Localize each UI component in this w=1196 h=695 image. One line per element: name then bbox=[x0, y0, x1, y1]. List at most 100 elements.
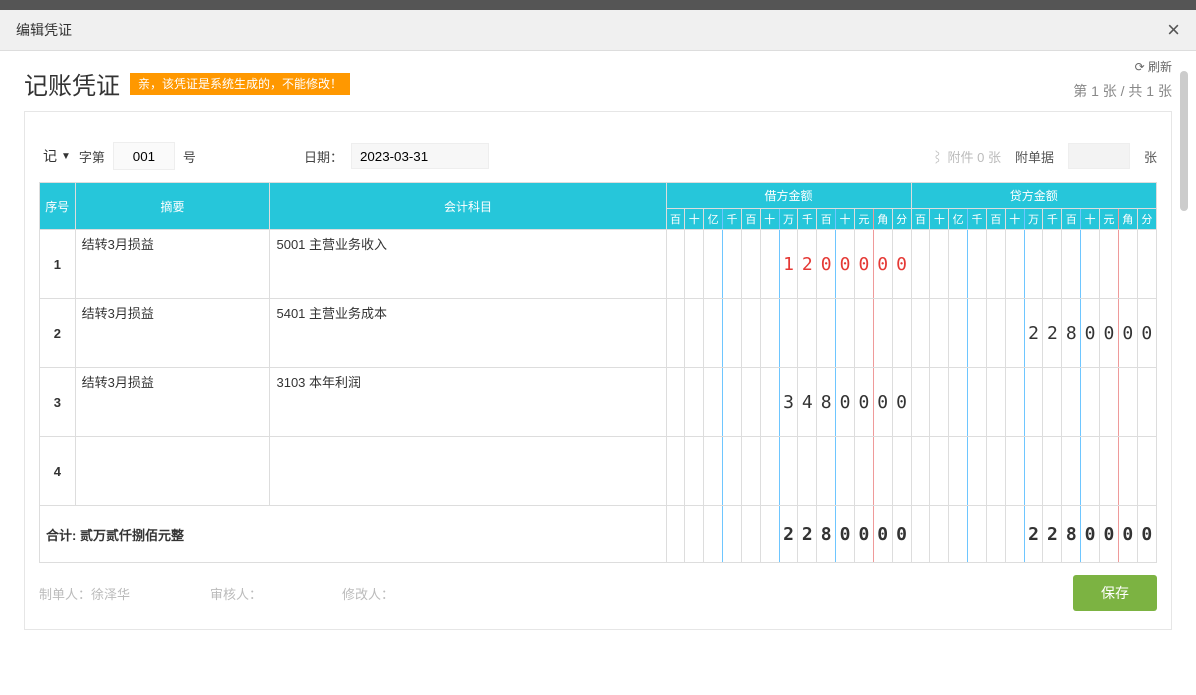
amount-digit: 0 bbox=[854, 506, 873, 563]
save-button[interactable]: 保存 bbox=[1073, 575, 1157, 611]
amount-digit: 0 bbox=[873, 368, 892, 437]
unit-header: 亿 bbox=[704, 209, 723, 230]
amount-digit bbox=[1100, 437, 1119, 506]
unit-header: 千 bbox=[968, 209, 987, 230]
totals-row: 合计: 贰万贰仟捌佰元整22800002280000 bbox=[40, 506, 1157, 563]
amount-digit bbox=[949, 368, 968, 437]
summary-cell[interactable]: 结转3月损益 bbox=[75, 299, 270, 368]
amount-digit bbox=[666, 368, 685, 437]
paperclip-icon: ⌇ bbox=[931, 150, 944, 165]
amount-digit bbox=[685, 368, 704, 437]
unit-header: 百 bbox=[817, 209, 836, 230]
amount-digit bbox=[930, 230, 949, 299]
summary-cell[interactable] bbox=[75, 437, 270, 506]
amount-digit bbox=[1062, 368, 1081, 437]
date-label: 日期： bbox=[304, 147, 343, 166]
amount-digit: 2 bbox=[798, 230, 817, 299]
amount-digit bbox=[873, 437, 892, 506]
amount-digit: 0 bbox=[1100, 299, 1119, 368]
account-cell[interactable]: 3103 本年利润 bbox=[270, 368, 666, 437]
amount-digit bbox=[968, 299, 987, 368]
amount-digit: 0 bbox=[892, 368, 911, 437]
amount-digit bbox=[1005, 368, 1024, 437]
amount-digit bbox=[666, 230, 685, 299]
amount-digit: 0 bbox=[892, 230, 911, 299]
col-account: 会计科目 bbox=[270, 183, 666, 230]
amount-digit: 0 bbox=[1118, 506, 1137, 563]
amount-digit bbox=[968, 506, 987, 563]
amount-digit: 8 bbox=[817, 506, 836, 563]
amount-digit: 0 bbox=[854, 368, 873, 437]
account-cell[interactable]: 5001 主营业务收入 bbox=[270, 230, 666, 299]
unit-header: 百 bbox=[741, 209, 760, 230]
summary-cell[interactable]: 结转3月损益 bbox=[75, 368, 270, 437]
unit-header: 十 bbox=[1081, 209, 1100, 230]
amount-digit: 0 bbox=[1081, 506, 1100, 563]
amount-digit: 8 bbox=[1062, 506, 1081, 563]
amount-digit bbox=[704, 230, 723, 299]
amount-digit bbox=[854, 299, 873, 368]
unit-header: 十 bbox=[930, 209, 949, 230]
account-cell[interactable] bbox=[270, 437, 666, 506]
amount-digit bbox=[723, 368, 742, 437]
amount-digit bbox=[1024, 230, 1043, 299]
amount-digit bbox=[666, 299, 685, 368]
unit-header: 百 bbox=[986, 209, 1005, 230]
amount-digit: 2 bbox=[798, 506, 817, 563]
amount-digit: 0 bbox=[1100, 506, 1119, 563]
amount-digit bbox=[723, 506, 742, 563]
amount-digit bbox=[1118, 230, 1137, 299]
amount-digit: 0 bbox=[836, 506, 855, 563]
amount-digit bbox=[986, 299, 1005, 368]
amount-digit: 8 bbox=[1062, 299, 1081, 368]
amount-digit bbox=[1137, 230, 1156, 299]
amount-digit bbox=[930, 299, 949, 368]
attachment-link[interactable]: ⌇ 附件 0 张 bbox=[931, 147, 1001, 166]
amount-digit bbox=[1118, 368, 1137, 437]
amount-digit bbox=[1005, 506, 1024, 563]
amount-digit bbox=[760, 437, 779, 506]
auditor-field: 审核人： bbox=[210, 584, 262, 603]
amount-digit bbox=[704, 299, 723, 368]
col-summary: 摘要 bbox=[75, 183, 270, 230]
amount-digit bbox=[760, 299, 779, 368]
amount-digit bbox=[1005, 230, 1024, 299]
amount-digit bbox=[1100, 230, 1119, 299]
unit-header: 亿 bbox=[949, 209, 968, 230]
unit-header: 十 bbox=[836, 209, 855, 230]
amount-digit bbox=[911, 506, 930, 563]
amount-digit bbox=[723, 230, 742, 299]
unit-header: 百 bbox=[911, 209, 930, 230]
amount-digit bbox=[1024, 437, 1043, 506]
voucher-number-input[interactable] bbox=[113, 142, 175, 170]
amount-digit bbox=[685, 506, 704, 563]
amount-digit bbox=[1024, 368, 1043, 437]
amount-digit bbox=[854, 437, 873, 506]
summary-cell[interactable]: 结转3月损益 bbox=[75, 230, 270, 299]
amount-digit bbox=[986, 230, 1005, 299]
amount-digit bbox=[968, 230, 987, 299]
dialog-title: 编辑凭证 bbox=[16, 10, 72, 50]
amount-digit bbox=[1081, 437, 1100, 506]
amount-digit bbox=[1081, 368, 1100, 437]
sheet-count-input[interactable] bbox=[1068, 143, 1130, 169]
refresh-button[interactable]: ⟳ 刷新 bbox=[1135, 58, 1172, 75]
row-index: 2 bbox=[40, 299, 76, 368]
amount-digit bbox=[986, 368, 1005, 437]
total-label: 合计: 贰万贰仟捌佰元整 bbox=[40, 506, 667, 563]
modifier-field: 修改人： bbox=[342, 584, 394, 603]
amount-digit: 0 bbox=[892, 506, 911, 563]
amount-digit bbox=[741, 299, 760, 368]
amount-digit bbox=[1137, 368, 1156, 437]
amount-digit bbox=[1062, 230, 1081, 299]
unit-header: 千 bbox=[723, 209, 742, 230]
amount-digit: 2 bbox=[779, 506, 798, 563]
col-debit: 借方金额 bbox=[666, 183, 911, 209]
date-input[interactable] bbox=[351, 143, 489, 169]
account-cell[interactable]: 5401 主营业务成本 bbox=[270, 299, 666, 368]
unit-header: 千 bbox=[798, 209, 817, 230]
amount-digit bbox=[873, 299, 892, 368]
voucher-type-select[interactable]: 记 ▼ bbox=[41, 144, 71, 168]
amount-digit bbox=[798, 299, 817, 368]
close-icon[interactable]: × bbox=[1167, 10, 1180, 50]
